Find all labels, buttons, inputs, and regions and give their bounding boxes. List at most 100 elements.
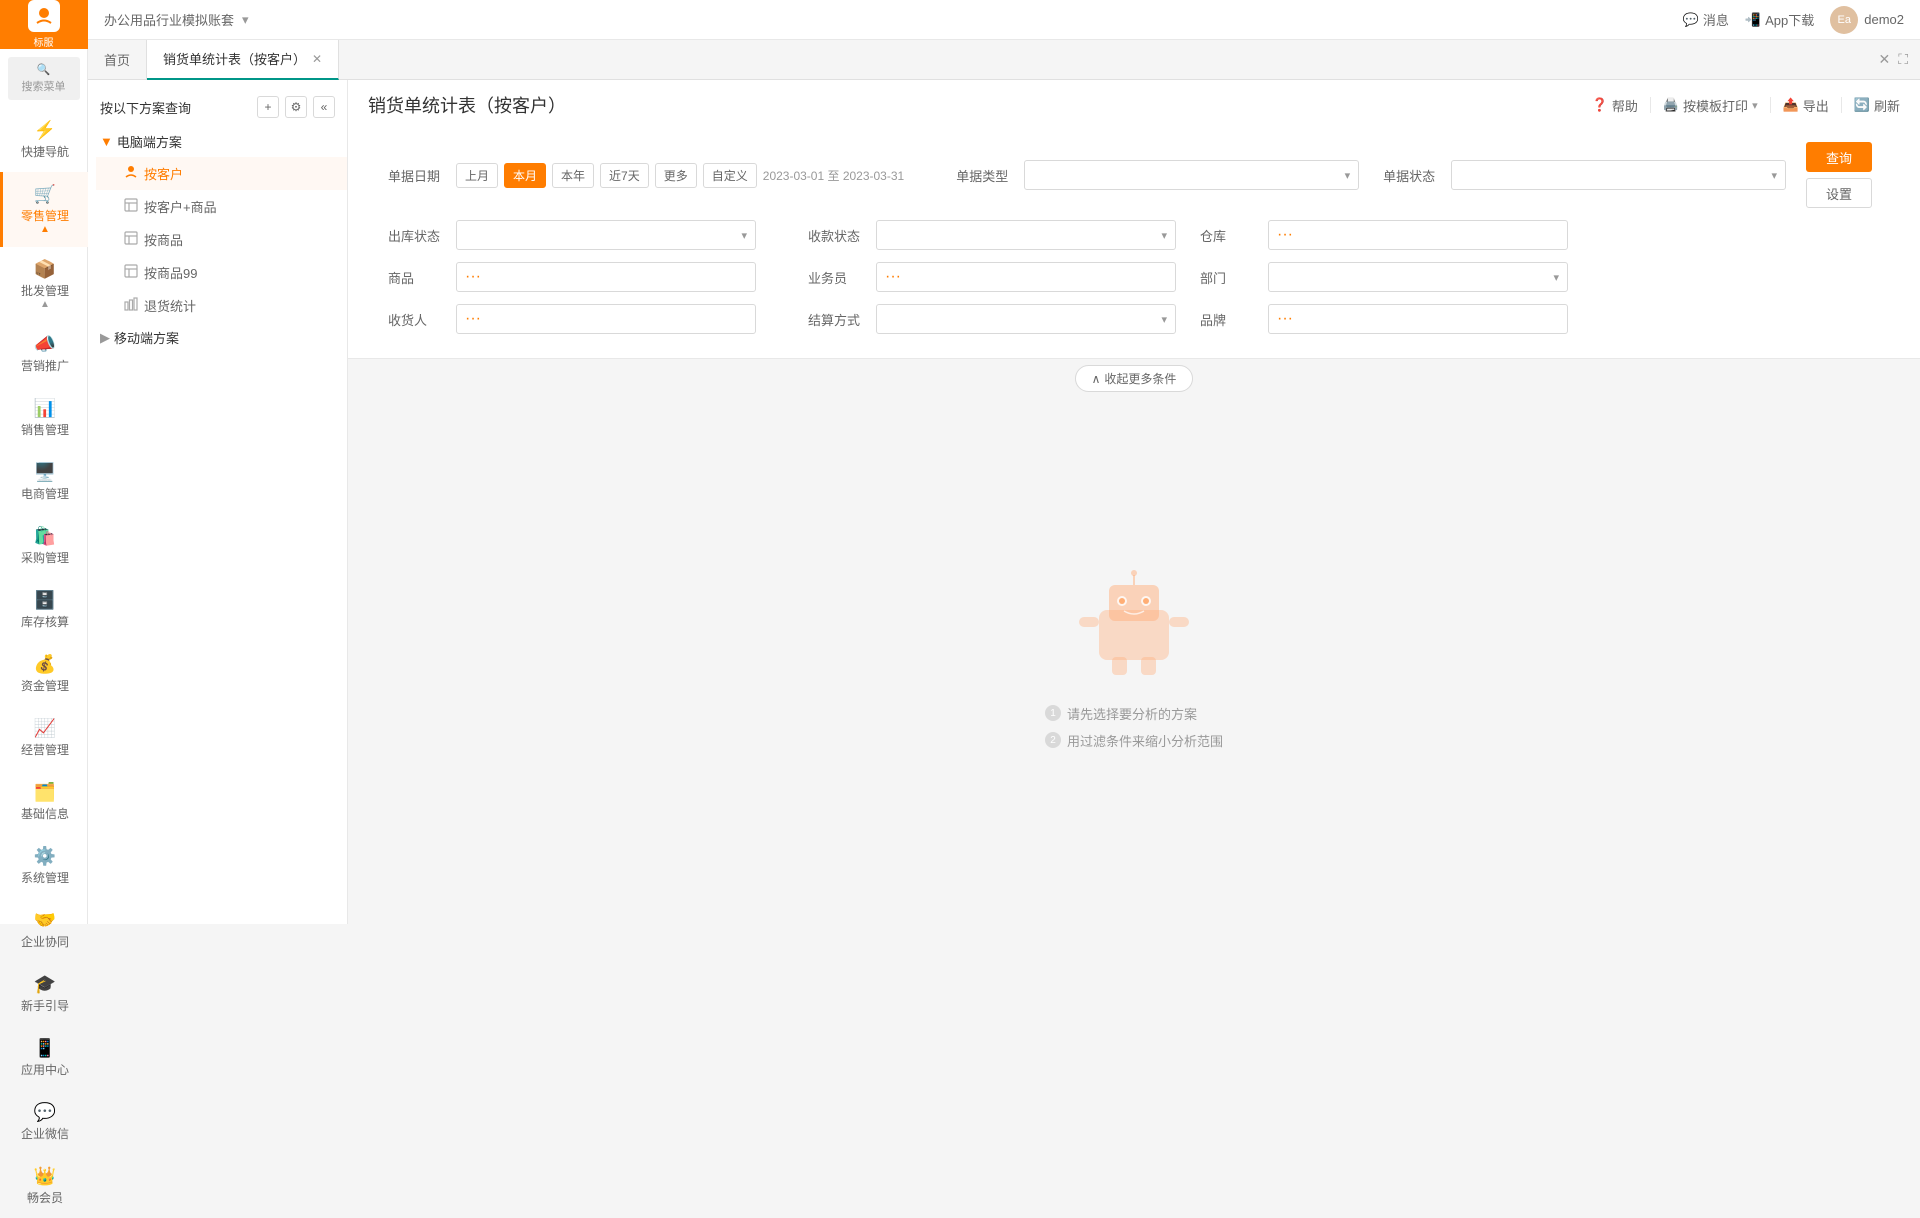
mobile-group-chevron: ▶ (100, 330, 110, 346)
date-btn-this-year[interactable]: 本年 (552, 163, 594, 188)
date-btn-7days[interactable]: 近7天 (600, 163, 649, 188)
message-label: 消息 (1703, 10, 1729, 29)
download-icon: 📲 (1745, 12, 1761, 28)
sidebar-item-inventory[interactable]: 🗄️ 库存核算 (0, 578, 88, 642)
settings-filter-btn[interactable]: 设置 (1806, 178, 1872, 208)
collapse-conditions-btn[interactable]: ∧ 收起更多条件 (1075, 365, 1194, 392)
message-btn[interactable]: 💬 消息 (1683, 10, 1729, 29)
sidebar-item-member[interactable]: 👑 畅会员 (0, 1154, 88, 1218)
avatar-text: Ea (1838, 14, 1851, 26)
sidebar-item-basic[interactable]: 🗂️ 基础信息 (0, 770, 88, 834)
page-header: 销货单统计表（按客户） ❓ 帮助 🖨️ 按模板打印 ▾ (348, 80, 1920, 359)
sidebar-item-label: 库存核算 (21, 613, 69, 630)
dept-select[interactable]: ▾ (1268, 262, 1568, 292)
date-btn-last-month[interactable]: 上月 (456, 163, 498, 188)
settlement-label: 结算方式 (808, 310, 864, 329)
user-btn[interactable]: Ea demo2 (1830, 6, 1904, 34)
wechat-icon: 💬 (34, 1102, 56, 1123)
sidebar-item-label: 新手引导 (21, 997, 69, 1014)
search-menu-btn[interactable]: 🔍 搜索菜单 (8, 57, 80, 100)
collapse-scheme-btn[interactable]: « (313, 96, 335, 118)
sidebar-item-finance[interactable]: 💰 资金管理 (0, 642, 88, 706)
date-range-text: 2023-03-01 至 2023-03-31 (763, 167, 904, 184)
refresh-btn[interactable]: 🔄 刷新 (1854, 96, 1900, 115)
page-title-row: 销货单统计表（按客户） ❓ 帮助 🖨️ 按模板打印 ▾ (368, 92, 1900, 118)
collapse-up-icon: ∧ (1092, 372, 1101, 386)
sidebar-item-sales[interactable]: 📊 销售管理 (0, 386, 88, 450)
recipient-label: 收货人 (388, 310, 444, 329)
tab-home[interactable]: 首页 (88, 40, 147, 80)
tab-close-icon[interactable]: ✕ (312, 52, 322, 66)
date-btn-more[interactable]: 更多 (655, 163, 697, 188)
recipient-input[interactable]: ··· (456, 304, 756, 334)
receipt-status-select[interactable]: ▾ (876, 220, 1176, 250)
goods-input[interactable]: ··· (456, 262, 756, 292)
export-label: 导出 (1803, 96, 1829, 115)
order-status-select[interactable]: ▾ (1451, 160, 1786, 190)
date-btn-this-month[interactable]: 本月 (504, 163, 546, 188)
warehouse-dots: ··· (1277, 226, 1293, 244)
sidebar-item-newuser[interactable]: 🎓 新手引导 (0, 962, 88, 1026)
add-scheme-btn[interactable]: + (257, 96, 279, 118)
sidebar-item-appstore[interactable]: 📱 应用中心 (0, 1026, 88, 1090)
scheme-item-by-customer[interactable]: 按客户 (96, 157, 347, 190)
sidebar-item-wechat[interactable]: 💬 企业微信 (0, 1090, 88, 1154)
scheme-item-return-stats[interactable]: 退货统计 (96, 289, 347, 322)
scheme-group-mobile-header[interactable]: ▶ 移动端方案 (88, 322, 347, 353)
divider-2 (1770, 97, 1771, 113)
chart-icon (124, 297, 138, 314)
scheme-item-by-goods-99[interactable]: 按商品99 (96, 256, 347, 289)
warehouse-label: 仓库 (1200, 226, 1256, 245)
scheme-item-by-customer-goods[interactable]: 按客户+商品 (96, 190, 347, 223)
industry-dropdown-icon[interactable]: ▾ (242, 12, 249, 28)
page-actions: ❓ 帮助 🖨️ 按模板打印 ▾ 📤 导出 (1592, 96, 1900, 115)
sidebar-logo-text: 标服 (34, 34, 54, 49)
filter-row-2: 出库状态 ▾ 收款状态 ▾ 仓库 ··· (388, 220, 1880, 250)
warehouse-select[interactable]: ··· (1268, 220, 1568, 250)
tab-maximize-icon[interactable]: ⛶ (1898, 51, 1908, 68)
settings-scheme-btn[interactable]: ⚙ (285, 96, 307, 118)
user-name: demo2 (1864, 12, 1904, 27)
inventory-icon: 🗄️ (34, 590, 56, 611)
content-area: 按以下方案查询 + ⚙ « ▼ 电脑端方案 (88, 80, 1920, 924)
sidebar-item-system[interactable]: ⚙️ 系统管理 (0, 834, 88, 898)
sidebar-item-operations[interactable]: 📈 经营管理 (0, 706, 88, 770)
export-btn[interactable]: 📤 导出 (1783, 96, 1829, 115)
empty-tip-1: 1 请先选择要分析的方案 (1045, 704, 1223, 723)
avatar: Ea (1830, 6, 1858, 34)
date-btn-custom[interactable]: 自定义 (703, 163, 757, 188)
scheme-group-desktop-header[interactable]: ▼ 电脑端方案 (88, 126, 347, 157)
sidebar-item-retail[interactable]: 🛒 零售管理 ▲ (0, 172, 88, 247)
empty-tip-2: 2 用过滤条件来缩小分析范围 (1045, 731, 1223, 750)
divider-1 (1650, 97, 1651, 113)
sidebar-item-quicknav[interactable]: ⚡ 快捷导航 (0, 108, 88, 172)
refresh-label: 刷新 (1874, 96, 1900, 115)
help-btn[interactable]: ❓ 帮助 (1592, 96, 1638, 115)
app-download-btn[interactable]: 📲 App下载 (1745, 10, 1814, 29)
expand-icon: ▲ (40, 224, 50, 235)
sidebar-item-purchase[interactable]: 🛍️ 采购管理 (0, 514, 88, 578)
brand-select[interactable]: ··· (1268, 304, 1568, 334)
left-panel-title: 按以下方案查询 (100, 98, 191, 117)
scheme-subgroup-desktop: 按客户 按客户+商品 (88, 157, 347, 322)
filter-row-3: 商品 ··· 业务员 ··· 部门 ▾ (388, 262, 1880, 292)
tab-sales-stats[interactable]: 销货单统计表（按客户） ✕ (147, 40, 339, 80)
sidebar-item-wholesale[interactable]: 📦 批发管理 ▲ (0, 247, 88, 322)
scheme-item-by-goods[interactable]: 按商品 (96, 223, 347, 256)
sidebar-item-ecommerce[interactable]: 🖥️ 电商管理 (0, 450, 88, 514)
filter-date-group: 上月 本月 本年 近7天 更多 自定义 2023-03-01 至 2023-03… (456, 163, 904, 188)
sidebar-item-cooperation[interactable]: 🤝 企业协同 (0, 898, 88, 962)
query-btn[interactable]: 查询 (1806, 142, 1872, 172)
settlement-select[interactable]: ▾ (876, 304, 1176, 334)
tab-close-all-icon[interactable]: ✕ (1878, 51, 1890, 68)
sidebar-logo[interactable]: 标服 (0, 0, 88, 49)
salesperson-input[interactable]: ··· (876, 262, 1176, 292)
member-icon: 👑 (34, 1166, 56, 1187)
scheme-group-desktop: ▼ 电脑端方案 按客户 (88, 126, 347, 322)
print-template-btn[interactable]: 🖨️ 按模板打印 ▾ (1663, 96, 1758, 115)
out-status-select[interactable]: ▾ (456, 220, 756, 250)
sales-icon: 📊 (34, 398, 56, 419)
sidebar-item-marketing[interactable]: 📣 营销推广 (0, 322, 88, 386)
order-type-select[interactable]: ▾ (1024, 160, 1359, 190)
sidebar-item-label: 营销推广 (21, 357, 69, 374)
